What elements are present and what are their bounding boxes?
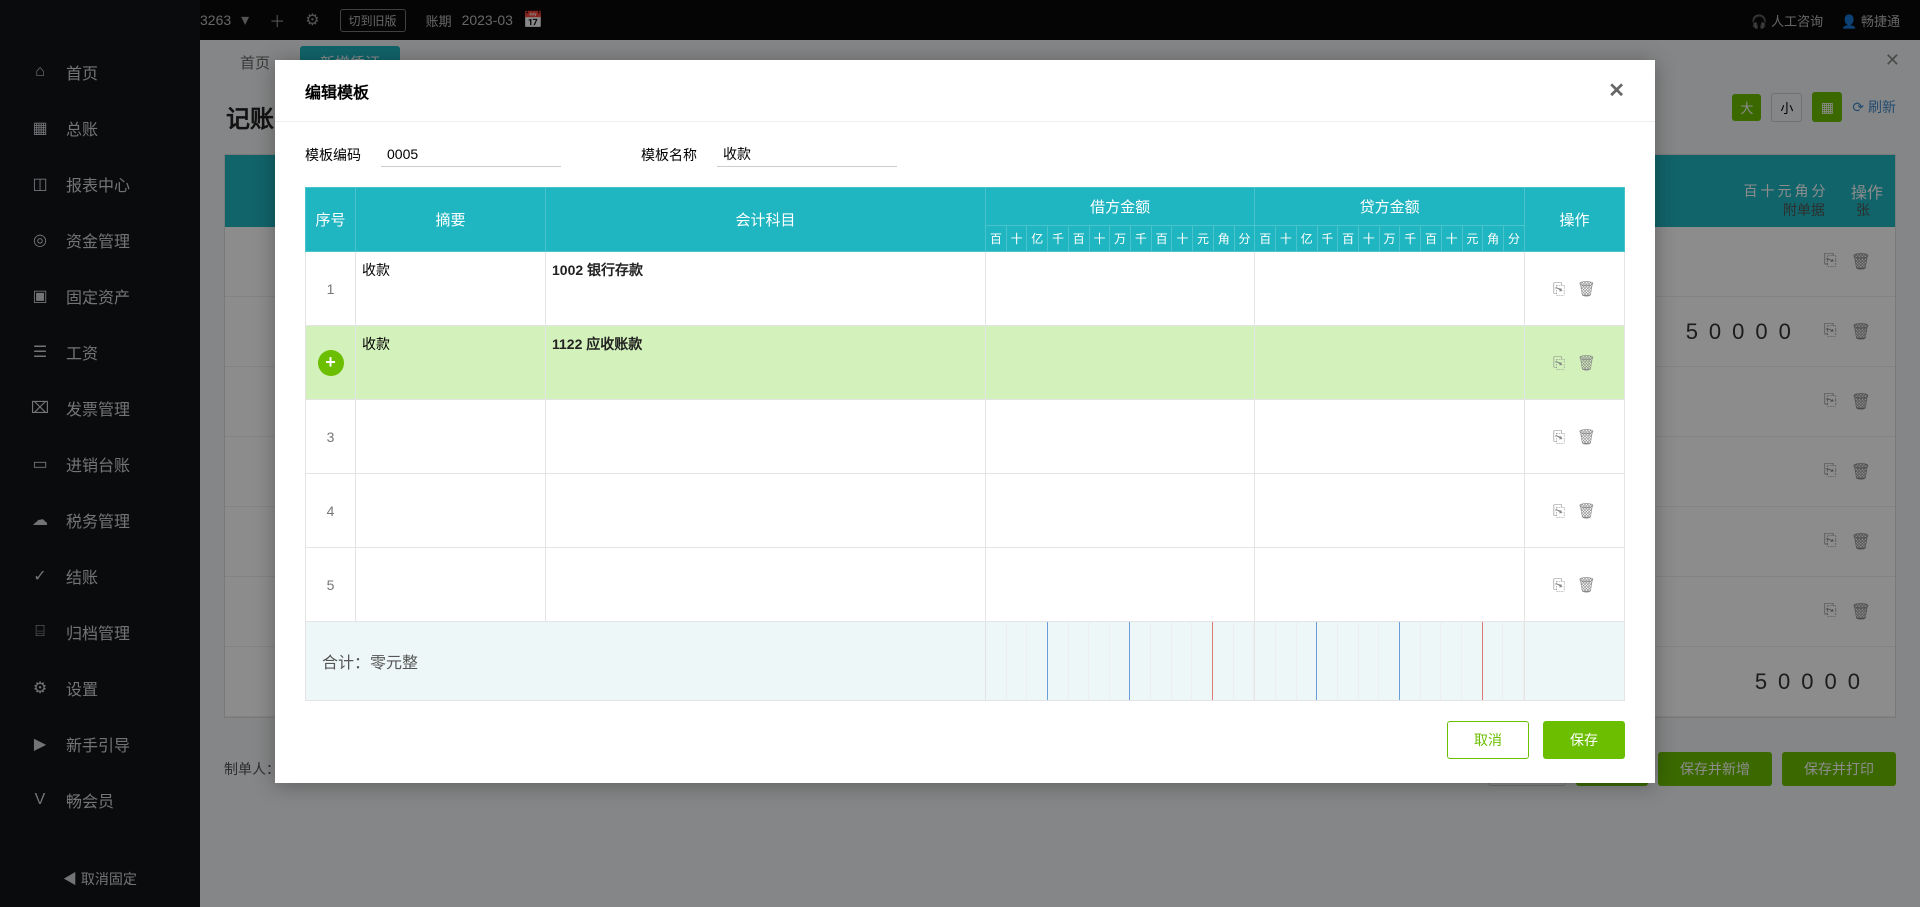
digit-unit-header: 百 xyxy=(1068,226,1089,252)
modal-title: 编辑模板 xyxy=(305,79,369,103)
total-row-label: 合计：零元整 xyxy=(306,622,986,701)
row-seq: 3 xyxy=(306,400,356,474)
row-actions: ⎘🗑 xyxy=(1525,252,1625,326)
digit-unit-header: 百 xyxy=(1151,226,1172,252)
trash-icon[interactable]: 🗑 xyxy=(1577,577,1596,594)
row-subject[interactable] xyxy=(546,548,986,622)
credit-cell[interactable] xyxy=(1255,548,1525,622)
digit-unit-header: 万 xyxy=(1379,226,1400,252)
credit-cell[interactable] xyxy=(1255,474,1525,548)
row-summary[interactable]: 收款 xyxy=(356,326,546,400)
digit-unit-header: 十 xyxy=(1441,226,1462,252)
trash-icon[interactable]: 🗑 xyxy=(1577,281,1596,298)
table-row[interactable]: +收款1122 应收账款⎘🗑 xyxy=(306,326,1625,400)
template-code-input[interactable] xyxy=(381,142,561,167)
digit-unit-header: 元 xyxy=(1193,226,1214,252)
row-actions: ⎘🗑 xyxy=(1525,548,1625,622)
trash-icon[interactable]: 🗑 xyxy=(1577,429,1596,446)
digit-unit-header: 分 xyxy=(1234,226,1255,252)
template-entries-table: 序号 摘要 会计科目 借方金额 贷方金额 操作 百十亿千百十万千百十元角分百十亿… xyxy=(305,187,1625,701)
col-subject: 会计科目 xyxy=(546,188,986,252)
digit-unit-header: 百 xyxy=(1421,226,1442,252)
template-name-label: 模板名称 xyxy=(641,145,697,165)
digit-unit-header: 角 xyxy=(1483,226,1504,252)
row-seq: 1 xyxy=(306,252,356,326)
digit-unit-header: 十 xyxy=(1276,226,1297,252)
row-actions: ⎘🗑 xyxy=(1525,400,1625,474)
row-subject[interactable] xyxy=(546,474,986,548)
digit-unit-header: 千 xyxy=(1400,226,1421,252)
col-debit: 借方金额 xyxy=(986,188,1255,226)
debit-cell[interactable] xyxy=(986,252,1255,326)
template-name-input[interactable] xyxy=(717,142,897,167)
copy-icon[interactable]: ⎘ xyxy=(1553,577,1565,594)
col-seq: 序号 xyxy=(306,188,356,252)
cancel-button[interactable]: 取消 xyxy=(1447,721,1529,759)
add-row-button[interactable]: + xyxy=(318,350,344,376)
row-actions: ⎘🗑 xyxy=(1525,474,1625,548)
copy-icon[interactable]: ⎘ xyxy=(1553,429,1565,446)
row-seq: + xyxy=(306,326,356,400)
trash-icon[interactable]: 🗑 xyxy=(1577,355,1596,372)
digit-unit-header: 百 xyxy=(986,226,1007,252)
digit-unit-header: 百 xyxy=(1255,226,1276,252)
table-row[interactable]: 4⎘🗑 xyxy=(306,474,1625,548)
digit-unit-header: 百 xyxy=(1338,226,1359,252)
save-button[interactable]: 保存 xyxy=(1543,721,1625,759)
template-code-label: 模板编码 xyxy=(305,145,361,165)
row-summary[interactable] xyxy=(356,548,546,622)
debit-cell[interactable] xyxy=(986,400,1255,474)
digit-unit-header: 角 xyxy=(1213,226,1234,252)
edit-template-modal: 编辑模板 ✕ 模板编码 模板名称 序号 摘要 会计科目 借方金额 贷方金额 xyxy=(275,60,1655,783)
close-icon[interactable]: ✕ xyxy=(1608,78,1625,103)
row-seq: 5 xyxy=(306,548,356,622)
row-actions: ⎘🗑 xyxy=(1525,326,1625,400)
digit-unit-header: 十 xyxy=(1172,226,1193,252)
col-summary: 摘要 xyxy=(356,188,546,252)
credit-cell[interactable] xyxy=(1255,400,1525,474)
digit-unit-header: 千 xyxy=(1131,226,1152,252)
copy-icon[interactable]: ⎘ xyxy=(1553,355,1565,372)
col-credit: 贷方金额 xyxy=(1255,188,1525,226)
digit-unit-header: 十 xyxy=(1358,226,1379,252)
debit-cell[interactable] xyxy=(986,474,1255,548)
credit-cell[interactable] xyxy=(1255,326,1525,400)
digit-unit-header: 千 xyxy=(1317,226,1338,252)
debit-cell[interactable] xyxy=(986,326,1255,400)
digit-unit-header: 元 xyxy=(1462,226,1483,252)
table-row[interactable]: 5⎘🗑 xyxy=(306,548,1625,622)
digit-unit-header: 分 xyxy=(1503,226,1524,252)
credit-cell[interactable] xyxy=(1255,252,1525,326)
row-summary[interactable]: 收款 xyxy=(356,252,546,326)
copy-icon[interactable]: ⎘ xyxy=(1553,503,1565,520)
row-subject[interactable] xyxy=(546,400,986,474)
digit-unit-header: 十 xyxy=(1089,226,1110,252)
row-seq: 4 xyxy=(306,474,356,548)
digit-unit-header: 万 xyxy=(1110,226,1131,252)
digit-unit-header: 十 xyxy=(1006,226,1027,252)
table-row[interactable]: 3⎘🗑 xyxy=(306,400,1625,474)
digit-unit-header: 亿 xyxy=(1296,226,1317,252)
trash-icon[interactable]: 🗑 xyxy=(1577,503,1596,520)
table-row[interactable]: 1收款1002 银行存款⎘🗑 xyxy=(306,252,1625,326)
copy-icon[interactable]: ⎘ xyxy=(1553,281,1565,298)
digit-unit-header: 亿 xyxy=(1027,226,1048,252)
row-subject[interactable]: 1122 应收账款 xyxy=(546,326,986,400)
debit-cell[interactable] xyxy=(986,548,1255,622)
row-summary[interactable] xyxy=(356,400,546,474)
digit-unit-header: 千 xyxy=(1048,226,1069,252)
row-summary[interactable] xyxy=(356,474,546,548)
row-subject[interactable]: 1002 银行存款 xyxy=(546,252,986,326)
col-action: 操作 xyxy=(1525,188,1625,252)
